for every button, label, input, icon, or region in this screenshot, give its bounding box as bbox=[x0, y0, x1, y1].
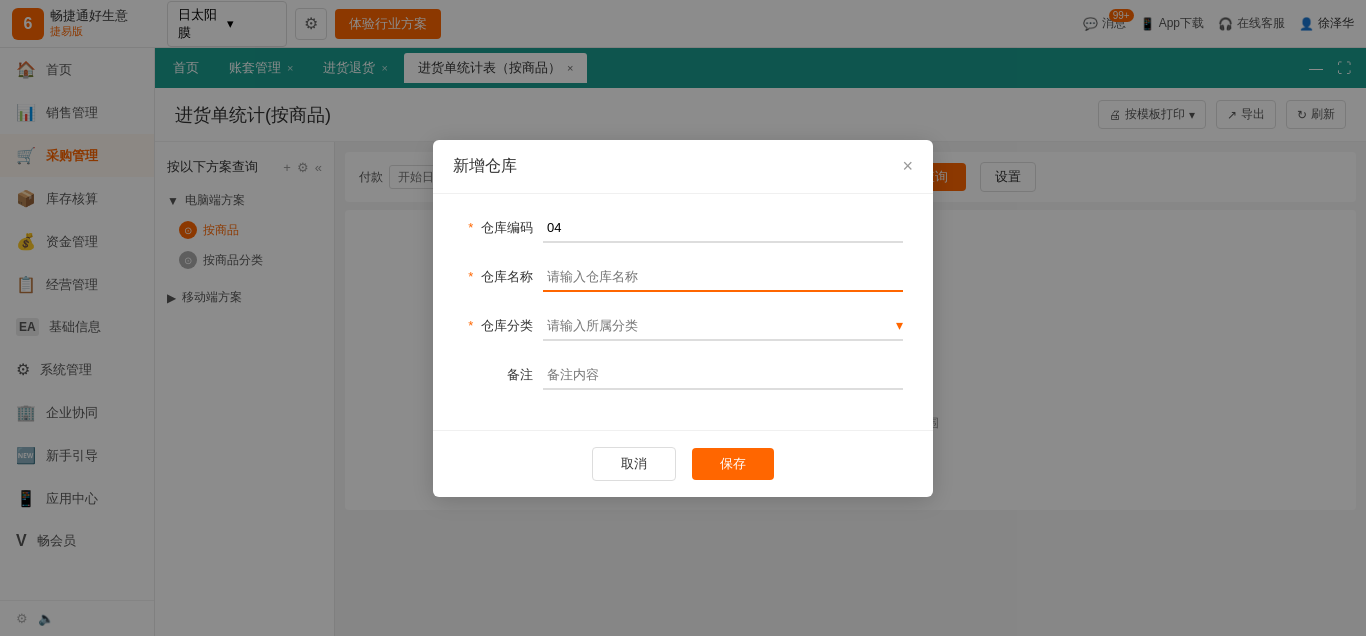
category-arrow-icon[interactable]: ▾ bbox=[896, 317, 903, 333]
cancel-button[interactable]: 取消 bbox=[592, 447, 676, 481]
category-input[interactable] bbox=[543, 312, 896, 339]
save-button[interactable]: 保存 bbox=[692, 448, 774, 480]
category-row: * 仓库分类 ▾ bbox=[463, 312, 903, 341]
category-select-wrapper: ▾ bbox=[543, 312, 903, 341]
modal-title: 新增仓库 bbox=[453, 156, 517, 177]
name-row: * 仓库名称 bbox=[463, 263, 903, 292]
notes-label: 备注 bbox=[463, 366, 533, 384]
notes-row: 备注 bbox=[463, 361, 903, 390]
code-required-star: * bbox=[468, 220, 473, 235]
name-required-star: * bbox=[468, 269, 473, 284]
modal-header: 新增仓库 × bbox=[433, 140, 933, 194]
category-required-star: * bbox=[468, 318, 473, 333]
modal-overlay[interactable]: 新增仓库 × * 仓库编码 * 仓库名称 bbox=[0, 0, 1366, 636]
modal-close-button[interactable]: × bbox=[902, 156, 913, 177]
notes-input[interactable] bbox=[543, 361, 903, 390]
modal-body: * 仓库编码 * 仓库名称 * 仓库分类 bbox=[433, 194, 933, 430]
name-input[interactable] bbox=[543, 263, 903, 292]
code-input[interactable] bbox=[543, 214, 903, 243]
category-label: * 仓库分类 bbox=[463, 317, 533, 335]
modal-footer: 取消 保存 bbox=[433, 430, 933, 497]
name-label: * 仓库名称 bbox=[463, 268, 533, 286]
add-warehouse-modal: 新增仓库 × * 仓库编码 * 仓库名称 bbox=[433, 140, 933, 497]
code-label: * 仓库编码 bbox=[463, 219, 533, 237]
code-row: * 仓库编码 bbox=[463, 214, 903, 243]
